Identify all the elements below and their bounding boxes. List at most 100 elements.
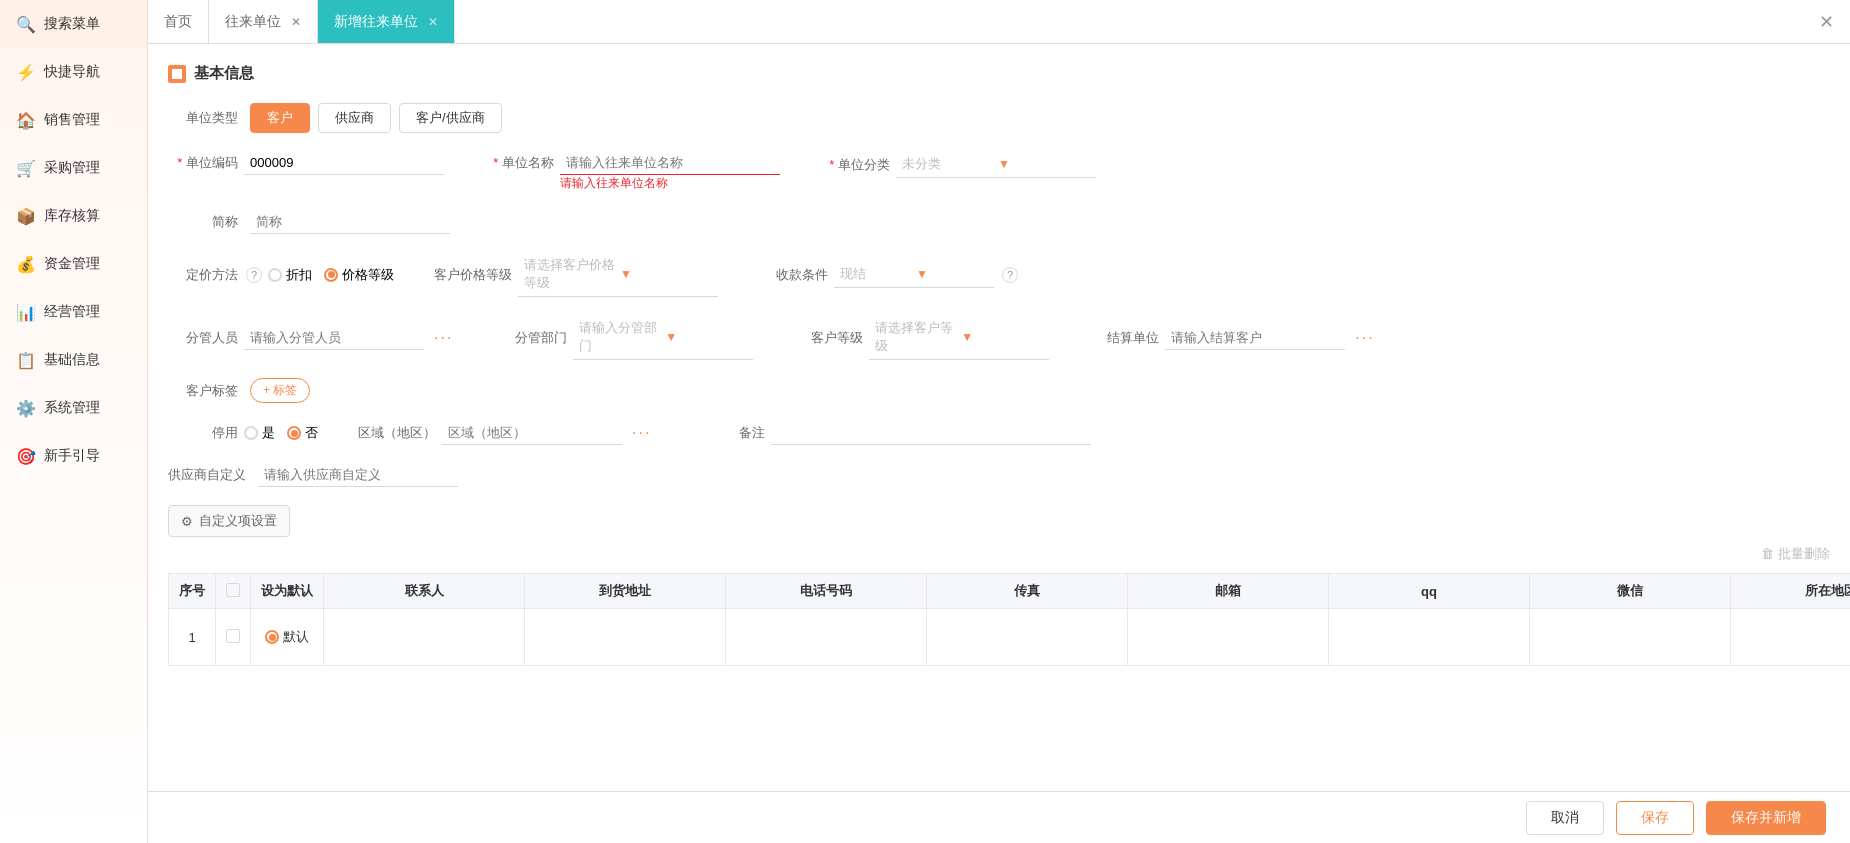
remarks-input[interactable] xyxy=(771,421,1091,445)
col-email: 邮箱 xyxy=(1128,574,1329,609)
payment-terms-select[interactable]: 现结 ▼ xyxy=(834,261,994,288)
region-more-btn[interactable]: ··· xyxy=(628,424,655,442)
row-default[interactable]: 默认 xyxy=(251,609,324,666)
sidebar-item-inventory[interactable]: 📦 库存核算 xyxy=(0,192,147,240)
unit-btn-supplier[interactable]: 供应商 xyxy=(318,103,391,133)
cancel-button[interactable]: 取消 xyxy=(1526,801,1604,835)
finance-icon: 💰 xyxy=(16,254,36,274)
inventory-icon: 📦 xyxy=(16,206,36,226)
customer-level-placeholder: 请选择客户等级 xyxy=(875,319,957,355)
operations-icon: 📊 xyxy=(16,302,36,322)
tab-units-close[interactable]: ✕ xyxy=(291,15,301,29)
pricing-discount[interactable]: 折扣 xyxy=(268,266,312,284)
section-title: 基本信息 xyxy=(194,64,254,83)
department-select[interactable]: 请输入分管部门 ▼ xyxy=(573,315,753,360)
col-contact: 联系人 xyxy=(324,574,525,609)
add-tag-button[interactable]: + 标签 xyxy=(250,378,310,403)
tab-units[interactable]: 往来单位 ✕ xyxy=(209,0,318,43)
disabled-yes[interactable]: 是 xyxy=(244,424,275,442)
manager-input[interactable] xyxy=(244,326,424,350)
row-email[interactable] xyxy=(1128,609,1329,666)
manager-more-btn[interactable]: ··· xyxy=(430,329,457,347)
table-row: 1 默认 xyxy=(169,609,1851,666)
unit-category-value: 未分类 xyxy=(902,155,994,173)
disabled-yes-label: 是 xyxy=(262,424,275,442)
row-fax[interactable] xyxy=(927,609,1128,666)
payment-terms-arrow: ▼ xyxy=(916,267,988,281)
col-checkbox[interactable] xyxy=(216,574,251,609)
sidebar-item-sales[interactable]: 🏠 销售管理 xyxy=(0,96,147,144)
sidebar-item-search[interactable]: 🔍 搜索菜单 xyxy=(0,0,147,48)
search-icon: 🔍 xyxy=(16,14,36,34)
batch-delete-label[interactable]: 批量删除 xyxy=(1778,546,1830,561)
svg-rect-0 xyxy=(172,69,182,79)
sidebar-item-finance[interactable]: 💰 资金管理 xyxy=(0,240,147,288)
region-input[interactable] xyxy=(442,421,622,445)
pricing-level[interactable]: 价格等级 xyxy=(324,266,394,284)
disabled-label: 停用 xyxy=(168,424,238,442)
quicknav-icon: ⚡ xyxy=(16,62,36,82)
unit-code-input[interactable] xyxy=(244,151,444,175)
unit-name-error: 请输入往来单位名称 xyxy=(560,176,668,190)
close-all-tabs[interactable]: ✕ xyxy=(1803,0,1850,43)
row-phone[interactable] xyxy=(726,609,927,666)
form-footer: 取消 保存 保存并新增 xyxy=(148,791,1850,843)
row-seq: 1 xyxy=(169,609,216,666)
disabled-no[interactable]: 否 xyxy=(287,424,318,442)
sidebar-item-label: 资金管理 xyxy=(44,255,100,273)
customer-price-select[interactable]: 请选择客户价格等级 ▼ xyxy=(518,252,718,297)
col-default: 设为默认 xyxy=(251,574,324,609)
sidebar-item-label: 基础信息 xyxy=(44,351,100,369)
sidebar-item-basicinfo[interactable]: 📋 基础信息 xyxy=(0,336,147,384)
row-wechat[interactable] xyxy=(1530,609,1731,666)
batch-delete-icon: 🗑 xyxy=(1761,546,1774,561)
customer-level-select[interactable]: 请选择客户等级 ▼ xyxy=(869,315,1049,360)
tab-new-unit[interactable]: 新增往来单位 ✕ xyxy=(318,0,455,43)
row-address[interactable] xyxy=(525,609,726,666)
pricing-level-radio xyxy=(324,268,338,282)
sidebar-item-operations[interactable]: 📊 经营管理 xyxy=(0,288,147,336)
row-contact[interactable] xyxy=(324,609,525,666)
sales-icon: 🏠 xyxy=(16,110,36,130)
save-button[interactable]: 保存 xyxy=(1616,801,1694,835)
sidebar: 🔍 搜索菜单 ⚡ 快捷导航 🏠 销售管理 🛒 采购管理 📦 库存核算 💰 资金管… xyxy=(0,0,148,843)
unit-name-input[interactable] xyxy=(560,151,780,175)
custom-settings-button[interactable]: ⚙ 自定义项设置 xyxy=(168,505,290,537)
sidebar-item-quicknav[interactable]: ⚡ 快捷导航 xyxy=(0,48,147,96)
sidebar-item-system[interactable]: ⚙️ 系统管理 xyxy=(0,384,147,432)
department-arrow: ▼ xyxy=(665,330,747,344)
col-region: 所在地区 xyxy=(1731,574,1851,609)
unit-type-group: 客户 供应商 客户/供应商 xyxy=(250,103,502,133)
pricing-help-icon[interactable]: ? xyxy=(246,267,262,283)
short-name-row: 简称 xyxy=(168,210,1830,234)
unit-code-label: 单位编码 xyxy=(168,154,238,172)
settlement-input[interactable] xyxy=(1165,326,1345,350)
supplier-custom-input[interactable] xyxy=(258,463,458,487)
contact-table: 序号 设为默认 联系人 到货地址 电话号码 传真 邮箱 qq 微信 所在地区 操… xyxy=(168,573,1850,666)
section-header: 基本信息 xyxy=(168,64,1830,83)
sidebar-item-purchase[interactable]: 🛒 采购管理 xyxy=(0,144,147,192)
row-qq[interactable] xyxy=(1329,609,1530,666)
tab-home[interactable]: 首页 xyxy=(148,0,209,43)
unit-btn-both[interactable]: 客户/供应商 xyxy=(399,103,502,133)
unit-category-select[interactable]: 未分类 ▼ xyxy=(896,151,1096,178)
region-label: 区域（地区） xyxy=(358,424,436,442)
tab-bar: 首页 往来单位 ✕ 新增往来单位 ✕ ✕ xyxy=(148,0,1850,44)
short-name-label: 简称 xyxy=(168,213,238,231)
unit-btn-customer[interactable]: 客户 xyxy=(250,103,310,133)
pricing-discount-radio xyxy=(268,268,282,282)
sidebar-item-guide[interactable]: 🎯 新手引导 xyxy=(0,432,147,480)
sidebar-item-label: 经营管理 xyxy=(44,303,100,321)
sidebar-item-label: 库存核算 xyxy=(44,207,100,225)
payment-terms-help[interactable]: ? xyxy=(1002,267,1018,283)
settlement-more-btn[interactable]: ··· xyxy=(1351,329,1378,347)
save-and-new-button[interactable]: 保存并新增 xyxy=(1706,801,1826,835)
pricing-radio-group: 折扣 价格等级 xyxy=(268,266,394,284)
col-phone: 电话号码 xyxy=(726,574,927,609)
short-name-input[interactable] xyxy=(250,210,450,234)
disabled-no-radio xyxy=(287,426,301,440)
row-region[interactable] xyxy=(1731,609,1851,666)
row-checkbox[interactable] xyxy=(216,609,251,666)
tab-new-unit-close[interactable]: ✕ xyxy=(428,15,438,29)
sidebar-item-label: 快捷导航 xyxy=(44,63,100,81)
